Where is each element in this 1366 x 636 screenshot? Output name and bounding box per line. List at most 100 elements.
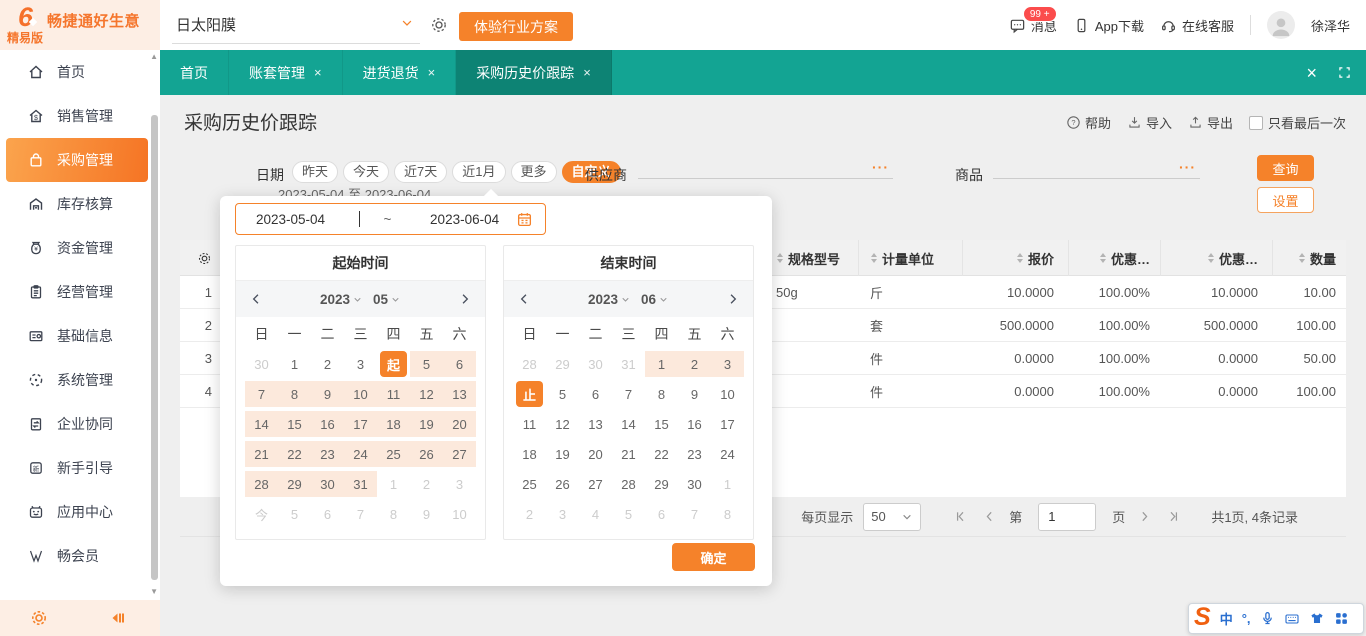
query-button[interactable]: 查询 — [1257, 155, 1314, 181]
day-cell[interactable]: 9 — [678, 381, 711, 407]
ime-punctuation-toggle[interactable]: °, — [1242, 611, 1251, 626]
sort-icon[interactable] — [1298, 253, 1305, 263]
day-cell[interactable]: 16 — [311, 411, 344, 437]
next-page-icon[interactable] — [1137, 509, 1152, 524]
close-all-tabs-icon[interactable]: × — [1306, 64, 1317, 82]
column-header[interactable]: 报价 — [962, 240, 1068, 276]
day-cell[interactable]: 6 — [311, 501, 344, 527]
last-only-checkbox[interactable]: 只看最后一次 — [1248, 113, 1346, 132]
date-pill[interactable]: 今天 — [343, 161, 390, 183]
day-cell[interactable]: 6 — [645, 501, 678, 527]
day-cell[interactable]: 17 — [344, 411, 377, 437]
day-cell[interactable]: 今 — [245, 501, 278, 527]
first-page-icon[interactable] — [953, 509, 968, 524]
day-cell[interactable]: 30 — [245, 351, 278, 377]
export-button[interactable]: 导出 — [1188, 113, 1233, 132]
day-cell[interactable]: 15 — [278, 411, 311, 437]
day-cell[interactable]: 11 — [377, 381, 410, 407]
day-cell[interactable]: 20 — [443, 411, 476, 437]
app-download-button[interactable]: App下载 — [1073, 16, 1144, 35]
product-picker-ellipsis[interactable]: ··· — [1179, 159, 1196, 175]
day-cell[interactable]: 8 — [711, 501, 744, 527]
next-month-icon[interactable] — [458, 292, 472, 306]
day-cell[interactable]: 2 — [410, 471, 443, 497]
calendar-icon[interactable] — [516, 211, 533, 228]
sidebar-item-funds[interactable]: ¥ 资金管理 — [0, 226, 160, 270]
column-header[interactable]: 规格型号 — [770, 240, 858, 276]
day-cell[interactable]: 13 — [443, 381, 476, 407]
day-cell[interactable]: 10 — [443, 501, 476, 527]
skin-icon[interactable] — [1309, 611, 1325, 627]
tab-item[interactable]: 进货退货 × — [343, 50, 457, 95]
checkbox-icon[interactable] — [1248, 115, 1263, 130]
close-icon[interactable]: × — [314, 65, 322, 80]
avatar[interactable] — [1266, 11, 1295, 39]
messages-button[interactable]: 消息 99 + — [1009, 5, 1057, 35]
day-cell[interactable]: 19 — [410, 411, 443, 437]
next-month-icon[interactable] — [726, 292, 740, 306]
collapse-sidebar-icon[interactable] — [108, 609, 126, 627]
day-cell[interactable]: 24 — [711, 441, 744, 467]
day-cell[interactable]: 9 — [311, 381, 344, 407]
sidebar-item-operations[interactable]: 经营管理 — [0, 270, 160, 314]
day-cell[interactable]: 6 — [579, 381, 612, 407]
date-range-input[interactable]: 2023-05-04 ~ 2023-06-04 — [235, 203, 546, 235]
supplier-input[interactable]: ··· — [638, 153, 893, 179]
keyboard-icon[interactable] — [1284, 611, 1300, 627]
day-cell[interactable]: 11 — [513, 411, 546, 437]
account-selector[interactable]: 日太阳膜 — [172, 0, 420, 44]
day-cell[interactable]: 15 — [645, 411, 678, 437]
end-date-value[interactable]: 2023-06-04 — [413, 212, 516, 227]
sidebar-scrollbar[interactable]: ▲ ▼ — [148, 50, 160, 600]
day-cell[interactable]: 14 — [612, 411, 645, 437]
day-cell[interactable]: 31 — [344, 471, 377, 497]
help-button[interactable]: ? 帮助 — [1066, 113, 1111, 132]
day-cell[interactable]: 9 — [410, 501, 443, 527]
sidebar-item-system[interactable]: 系统管理 — [0, 358, 160, 402]
day-cell[interactable]: 2 — [513, 501, 546, 527]
day-cell[interactable]: 26 — [410, 441, 443, 467]
scrollbar-thumb[interactable] — [151, 115, 158, 580]
sogou-logo-icon[interactable]: S — [1194, 605, 1211, 630]
day-cell[interactable]: 止 — [516, 381, 543, 407]
day-cell[interactable]: 7 — [344, 501, 377, 527]
sort-icon[interactable] — [1099, 253, 1106, 263]
day-cell[interactable]: 8 — [377, 501, 410, 527]
day-cell[interactable]: 30 — [311, 471, 344, 497]
date-pill[interactable]: 近7天 — [394, 161, 448, 183]
sidebar-settings-gear-icon[interactable] — [30, 609, 48, 627]
day-cell[interactable]: 5 — [612, 501, 645, 527]
day-cell[interactable]: 4 — [579, 501, 612, 527]
day-cell[interactable]: 13 — [579, 411, 612, 437]
sidebar-item-member[interactable]: 畅会员 — [0, 534, 160, 578]
sidebar-item-purchase[interactable]: 采购管理 — [6, 138, 148, 182]
prev-month-icon[interactable] — [249, 292, 263, 306]
sidebar-item-guide[interactable]: 新 新手引导 — [0, 446, 160, 490]
day-cell[interactable]: 27 — [443, 441, 476, 467]
day-cell[interactable]: 17 — [711, 411, 744, 437]
day-cell[interactable]: 28 — [513, 351, 546, 377]
day-cell[interactable]: 23 — [678, 441, 711, 467]
prev-page-icon[interactable] — [982, 509, 997, 524]
day-cell[interactable]: 25 — [377, 441, 410, 467]
day-cell[interactable]: 12 — [410, 381, 443, 407]
scroll-up-icon[interactable]: ▲ — [150, 52, 158, 61]
day-cell[interactable]: 30 — [579, 351, 612, 377]
date-pill[interactable]: 更多 — [510, 161, 557, 183]
day-cell[interactable]: 27 — [579, 471, 612, 497]
toolbox-grid-icon[interactable] — [1334, 611, 1349, 626]
day-cell[interactable]: 16 — [678, 411, 711, 437]
close-icon[interactable]: × — [583, 65, 591, 80]
day-cell[interactable]: 21 — [245, 441, 278, 467]
day-cell[interactable]: 23 — [311, 441, 344, 467]
day-cell[interactable]: 12 — [546, 411, 579, 437]
sidebar-item-base-info[interactable]: 基础信息 — [0, 314, 160, 358]
day-cell[interactable]: 18 — [377, 411, 410, 437]
product-input[interactable]: ··· — [993, 153, 1200, 179]
scroll-down-icon[interactable]: ▼ — [150, 587, 158, 596]
support-button[interactable]: 在线客服 — [1160, 16, 1234, 35]
settings-button[interactable]: 设置 — [1257, 187, 1314, 213]
month-select[interactable]: 05 — [373, 292, 401, 307]
day-cell[interactable]: 30 — [678, 471, 711, 497]
industry-plan-button[interactable]: 体验行业方案 — [459, 12, 573, 41]
